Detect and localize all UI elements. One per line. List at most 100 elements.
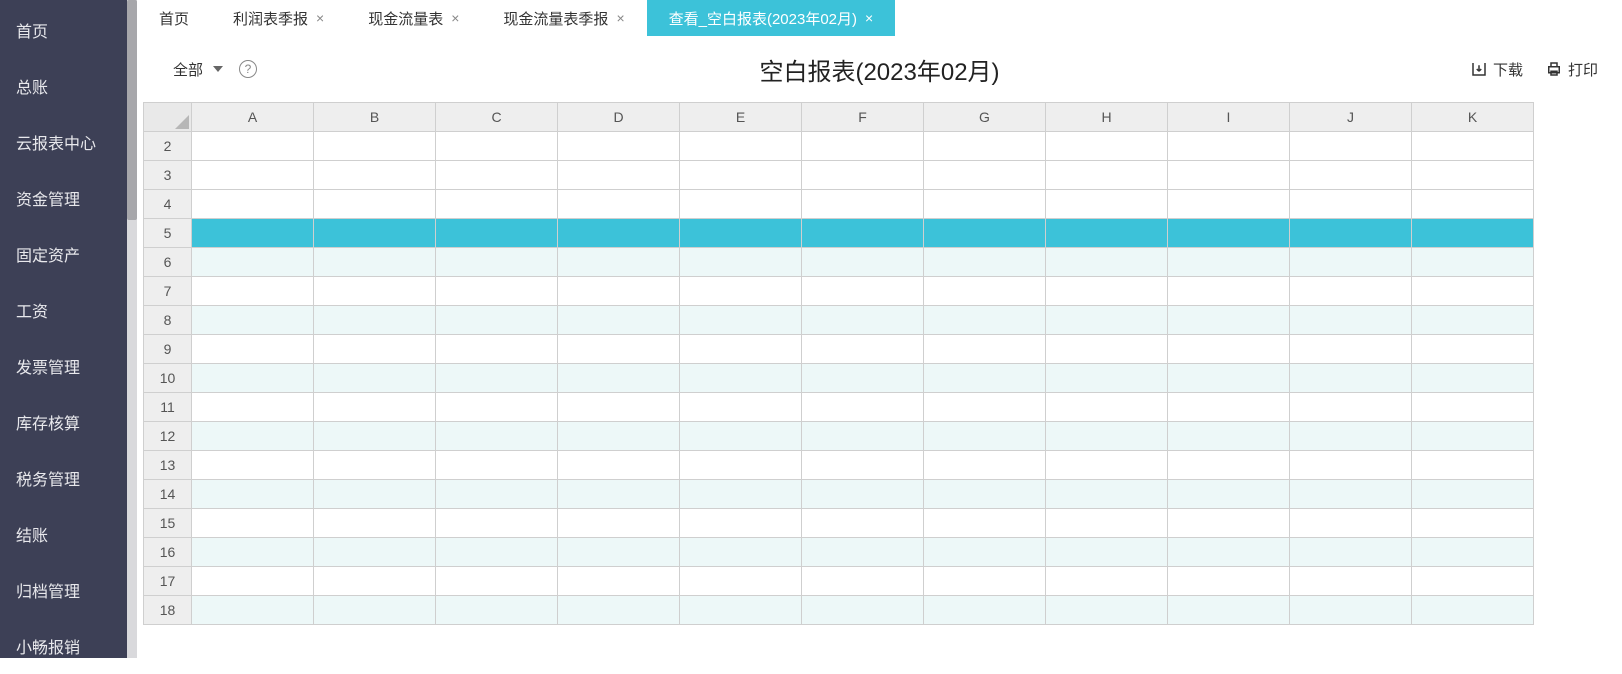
cell-K2[interactable] bbox=[1412, 132, 1534, 161]
cell-I6[interactable] bbox=[1168, 248, 1290, 277]
cell-F6[interactable] bbox=[802, 248, 924, 277]
cell-I9[interactable] bbox=[1168, 335, 1290, 364]
cell-B9[interactable] bbox=[314, 335, 436, 364]
cell-B2[interactable] bbox=[314, 132, 436, 161]
cell-D12[interactable] bbox=[558, 422, 680, 451]
sidebar-scrollbar[interactable] bbox=[127, 0, 137, 658]
cell-D2[interactable] bbox=[558, 132, 680, 161]
sidebar-item-2[interactable]: 云报表中心 bbox=[0, 114, 127, 170]
tab-0[interactable]: 首页 bbox=[137, 0, 211, 36]
cell-C10[interactable] bbox=[436, 364, 558, 393]
column-header-A[interactable]: A bbox=[192, 103, 314, 132]
cell-A10[interactable] bbox=[192, 364, 314, 393]
cell-C5[interactable] bbox=[436, 219, 558, 248]
sidebar-item-11[interactable]: 小畅报销 bbox=[0, 618, 127, 674]
cell-H6[interactable] bbox=[1046, 248, 1168, 277]
cell-E18[interactable] bbox=[680, 596, 802, 625]
help-icon[interactable]: ? bbox=[239, 60, 257, 78]
cell-D14[interactable] bbox=[558, 480, 680, 509]
cell-I12[interactable] bbox=[1168, 422, 1290, 451]
sidebar-item-3[interactable]: 资金管理 bbox=[0, 170, 127, 226]
row-header-2[interactable]: 2 bbox=[144, 132, 192, 161]
column-header-G[interactable]: G bbox=[924, 103, 1046, 132]
row-header-12[interactable]: 12 bbox=[144, 422, 192, 451]
cell-F18[interactable] bbox=[802, 596, 924, 625]
cell-C3[interactable] bbox=[436, 161, 558, 190]
cell-G10[interactable] bbox=[924, 364, 1046, 393]
cell-K12[interactable] bbox=[1412, 422, 1534, 451]
cell-B6[interactable] bbox=[314, 248, 436, 277]
row-header-11[interactable]: 11 bbox=[144, 393, 192, 422]
cell-B5[interactable] bbox=[314, 219, 436, 248]
cell-F9[interactable] bbox=[802, 335, 924, 364]
cell-I10[interactable] bbox=[1168, 364, 1290, 393]
cell-C6[interactable] bbox=[436, 248, 558, 277]
cell-D18[interactable] bbox=[558, 596, 680, 625]
cell-F12[interactable] bbox=[802, 422, 924, 451]
cell-J3[interactable] bbox=[1290, 161, 1412, 190]
cell-C18[interactable] bbox=[436, 596, 558, 625]
cell-G9[interactable] bbox=[924, 335, 1046, 364]
cell-C7[interactable] bbox=[436, 277, 558, 306]
cell-B13[interactable] bbox=[314, 451, 436, 480]
cell-F13[interactable] bbox=[802, 451, 924, 480]
cell-C9[interactable] bbox=[436, 335, 558, 364]
cell-E17[interactable] bbox=[680, 567, 802, 596]
cell-K13[interactable] bbox=[1412, 451, 1534, 480]
cell-D9[interactable] bbox=[558, 335, 680, 364]
cell-H7[interactable] bbox=[1046, 277, 1168, 306]
row-header-18[interactable]: 18 bbox=[144, 596, 192, 625]
cell-B7[interactable] bbox=[314, 277, 436, 306]
row-header-4[interactable]: 4 bbox=[144, 190, 192, 219]
cell-J7[interactable] bbox=[1290, 277, 1412, 306]
cell-A5[interactable] bbox=[192, 219, 314, 248]
row-header-17[interactable]: 17 bbox=[144, 567, 192, 596]
cell-I16[interactable] bbox=[1168, 538, 1290, 567]
cell-D11[interactable] bbox=[558, 393, 680, 422]
row-header-16[interactable]: 16 bbox=[144, 538, 192, 567]
cell-J15[interactable] bbox=[1290, 509, 1412, 538]
spreadsheet[interactable]: ABCDEFGHIJK23456789101112131415161718 bbox=[137, 102, 1622, 658]
cell-A18[interactable] bbox=[192, 596, 314, 625]
cell-H11[interactable] bbox=[1046, 393, 1168, 422]
column-header-C[interactable]: C bbox=[436, 103, 558, 132]
cell-J11[interactable] bbox=[1290, 393, 1412, 422]
cell-H4[interactable] bbox=[1046, 190, 1168, 219]
cell-I5[interactable] bbox=[1168, 219, 1290, 248]
cell-H15[interactable] bbox=[1046, 509, 1168, 538]
cell-I15[interactable] bbox=[1168, 509, 1290, 538]
cell-G17[interactable] bbox=[924, 567, 1046, 596]
cell-A7[interactable] bbox=[192, 277, 314, 306]
cell-K6[interactable] bbox=[1412, 248, 1534, 277]
cell-C4[interactable] bbox=[436, 190, 558, 219]
cell-I4[interactable] bbox=[1168, 190, 1290, 219]
cell-F3[interactable] bbox=[802, 161, 924, 190]
cell-I8[interactable] bbox=[1168, 306, 1290, 335]
cell-B16[interactable] bbox=[314, 538, 436, 567]
row-header-8[interactable]: 8 bbox=[144, 306, 192, 335]
download-button[interactable]: 下载 bbox=[1470, 59, 1523, 80]
cell-C17[interactable] bbox=[436, 567, 558, 596]
cell-E8[interactable] bbox=[680, 306, 802, 335]
cell-G15[interactable] bbox=[924, 509, 1046, 538]
row-header-9[interactable]: 9 bbox=[144, 335, 192, 364]
cell-E15[interactable] bbox=[680, 509, 802, 538]
cell-I17[interactable] bbox=[1168, 567, 1290, 596]
cell-G4[interactable] bbox=[924, 190, 1046, 219]
cell-F10[interactable] bbox=[802, 364, 924, 393]
cell-E11[interactable] bbox=[680, 393, 802, 422]
sidebar-scrollbar-thumb[interactable] bbox=[127, 0, 137, 220]
cell-K14[interactable] bbox=[1412, 480, 1534, 509]
cell-H3[interactable] bbox=[1046, 161, 1168, 190]
cell-H16[interactable] bbox=[1046, 538, 1168, 567]
cell-C12[interactable] bbox=[436, 422, 558, 451]
column-header-E[interactable]: E bbox=[680, 103, 802, 132]
cell-A11[interactable] bbox=[192, 393, 314, 422]
close-icon[interactable]: × bbox=[865, 10, 873, 26]
row-header-14[interactable]: 14 bbox=[144, 480, 192, 509]
cell-J16[interactable] bbox=[1290, 538, 1412, 567]
row-header-13[interactable]: 13 bbox=[144, 451, 192, 480]
column-header-H[interactable]: H bbox=[1046, 103, 1168, 132]
cell-D6[interactable] bbox=[558, 248, 680, 277]
column-header-D[interactable]: D bbox=[558, 103, 680, 132]
